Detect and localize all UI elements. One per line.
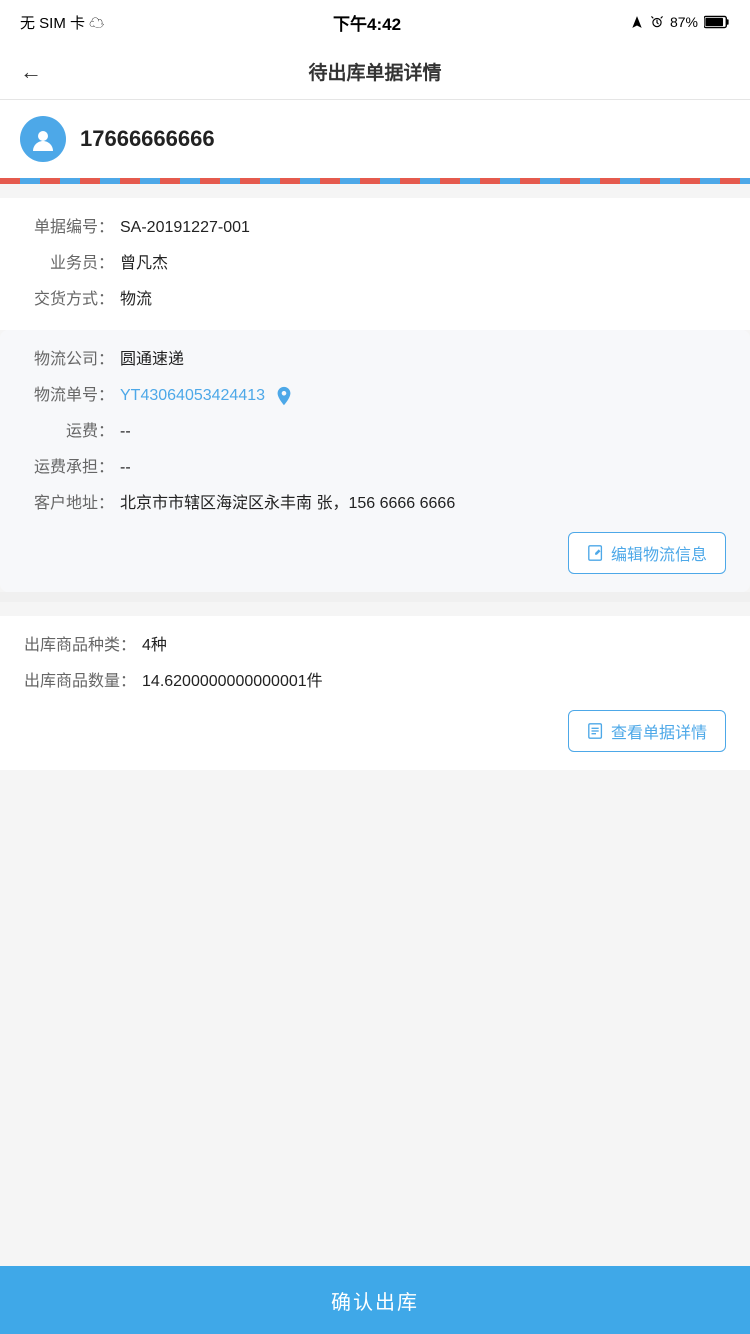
dashed-divider <box>0 178 750 184</box>
back-button[interactable]: ← <box>20 49 52 95</box>
salesman-label: 业务员： <box>24 252 114 276</box>
freight-row: 运费： -- <box>24 420 726 444</box>
edit-logistics-btn-row: 编辑物流信息 <box>24 532 726 574</box>
edit-logistics-label: 编辑物流信息 <box>611 541 707 565</box>
basic-info-section: 单据编号： SA-20191227-001 业务员： 曾凡杰 交货方式： 物流 <box>0 198 750 330</box>
freight-bear-row: 运费承担： -- <box>24 456 726 480</box>
salesman-row: 业务员： 曾凡杰 <box>24 252 726 276</box>
user-header: 17666666666 <box>0 100 750 178</box>
sim-status: 无 SIM 卡 ☁ <box>20 12 104 33</box>
freight-label: 运费： <box>24 420 114 444</box>
tracking-row: 物流单号： YT43064053424413 <box>24 384 726 408</box>
page-title: 待出库单据详情 <box>308 58 441 85</box>
order-no-value: SA-20191227-001 <box>120 216 726 240</box>
count-row: 出库商品数量： 14.6200000000000001件 <box>24 670 726 694</box>
user-phone: 17666666666 <box>80 126 215 152</box>
tracking-label: 物流单号： <box>24 384 114 408</box>
avatar <box>20 116 66 162</box>
type-row: 出库商品种类： 4种 <box>24 634 726 658</box>
blank-area <box>0 770 750 990</box>
salesman-value: 曾凡杰 <box>120 252 726 276</box>
nav-bar: ← 待出库单据详情 <box>0 44 750 100</box>
section-divider <box>0 592 750 602</box>
view-details-button[interactable]: 查看单据详情 <box>568 710 726 752</box>
view-details-label: 查看单据详情 <box>611 719 707 743</box>
count-value: 14.6200000000000001件 <box>142 670 726 694</box>
status-bar-right: 87% <box>630 14 730 30</box>
delivery-value: 物流 <box>120 288 726 312</box>
battery-icon <box>704 15 730 29</box>
view-details-btn-row: 查看单据详情 <box>24 710 726 752</box>
address-label: 客户地址： <box>24 492 114 516</box>
type-label: 出库商品种类： <box>24 634 136 658</box>
freight-bear-label: 运费承担： <box>24 456 114 480</box>
delivery-row: 交货方式： 物流 <box>24 288 726 312</box>
alarm-icon <box>650 15 664 29</box>
company-label: 物流公司： <box>24 348 114 372</box>
logistics-card: 物流公司： 圆通速递 物流单号： YT43064053424413 运费： --… <box>0 330 750 592</box>
tracking-pin-icon[interactable] <box>273 385 295 407</box>
freight-value: -- <box>120 420 726 444</box>
edit-logistics-button[interactable]: 编辑物流信息 <box>568 532 726 574</box>
confirm-outbound-button[interactable]: 确认出库 <box>0 1266 750 1334</box>
status-bar-time: 下午4:42 <box>333 10 401 35</box>
company-row: 物流公司： 圆通速递 <box>24 348 726 372</box>
type-value: 4种 <box>142 634 726 658</box>
address-row: 客户地址： 北京市市辖区海淀区永丰南 张，156 6666 6666 <box>24 492 726 516</box>
address-value: 北京市市辖区海淀区永丰南 张，156 6666 6666 <box>120 492 726 516</box>
tracking-value: YT43064053424413 <box>120 384 726 408</box>
location-icon <box>630 15 644 29</box>
status-bar: 无 SIM 卡 ☁ 下午4:42 87% <box>0 0 750 44</box>
outbound-info-section: 出库商品种类： 4种 出库商品数量： 14.6200000000000001件 … <box>0 616 750 770</box>
delivery-label: 交货方式： <box>24 288 114 312</box>
company-value: 圆通速递 <box>120 348 726 372</box>
confirm-outbound-label: 确认出库 <box>331 1286 419 1315</box>
tracking-number: YT43064053424413 <box>120 384 265 408</box>
order-no-row: 单据编号： SA-20191227-001 <box>24 216 726 240</box>
details-icon <box>587 722 605 740</box>
battery-percent: 87% <box>670 14 698 30</box>
edit-icon <box>587 544 605 562</box>
status-bar-left: 无 SIM 卡 ☁ <box>20 12 104 33</box>
order-no-label: 单据编号： <box>24 216 114 240</box>
count-label: 出库商品数量： <box>24 670 136 694</box>
freight-bear-value: -- <box>120 456 726 480</box>
user-icon <box>29 125 57 153</box>
